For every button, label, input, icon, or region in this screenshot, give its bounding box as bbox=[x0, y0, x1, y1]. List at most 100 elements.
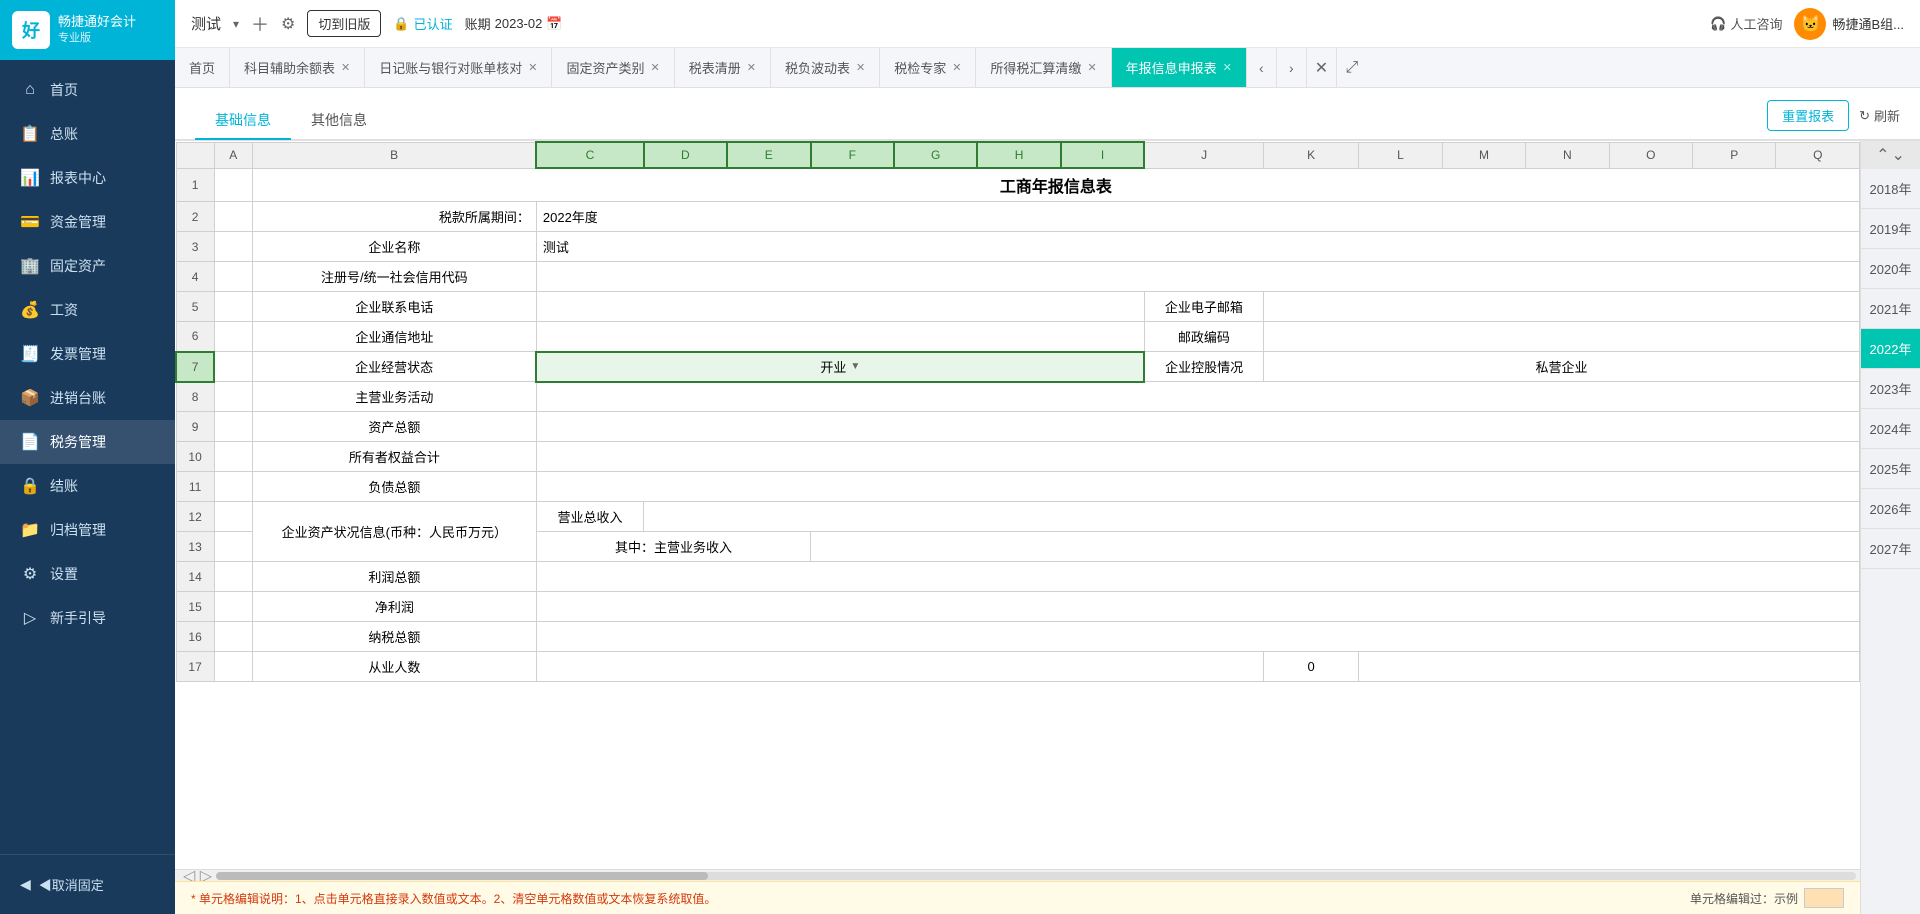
sidebar-item-assets[interactable]: 🏢固定资产 bbox=[0, 244, 175, 288]
cell-3-c[interactable]: 测试 bbox=[536, 232, 1859, 262]
cell-8-c[interactable] bbox=[536, 382, 1859, 412]
hscroll-track[interactable] bbox=[216, 872, 1856, 880]
year-item-2020[interactable]: 2020年 bbox=[1861, 249, 1920, 289]
tab-home[interactable]: 首页 bbox=[175, 48, 230, 87]
topbar-settings-icon[interactable]: ⚙ bbox=[281, 14, 295, 34]
subtab-other[interactable]: 其他信息 bbox=[291, 102, 387, 140]
sidebar-item-guide[interactable]: ▷新手引导 bbox=[0, 596, 175, 640]
year-item-2023[interactable]: 2023年 bbox=[1861, 369, 1920, 409]
tab-taxreturn-label: 税表清册 bbox=[689, 58, 741, 77]
horizontal-scrollbar[interactable]: ◁ ▷ bbox=[175, 869, 1860, 881]
tab-taxwave[interactable]: 税负波动表 ✕ bbox=[771, 48, 880, 87]
subtab-basic[interactable]: 基础信息 bbox=[195, 102, 291, 140]
cell-11-c[interactable] bbox=[536, 472, 1859, 502]
cell-5-c[interactable] bbox=[536, 292, 1144, 322]
tab-auxiliary-close[interactable]: ✕ bbox=[341, 61, 350, 74]
cell-6-c[interactable] bbox=[536, 322, 1144, 352]
year-item-2026[interactable]: 2026年 bbox=[1861, 489, 1920, 529]
tab-journal-close[interactable]: ✕ bbox=[528, 61, 537, 74]
sidebar-item-settings[interactable]: ⚙设置 bbox=[0, 552, 175, 596]
tab-annual[interactable]: 年报信息申报表 ✕ bbox=[1112, 48, 1247, 87]
tab-annual-close[interactable]: ✕ bbox=[1223, 61, 1232, 74]
cell-7-c[interactable]: 开业 ▼ bbox=[536, 352, 1144, 382]
tab-taxcheck[interactable]: 税检专家 ✕ bbox=[880, 48, 976, 87]
cell-15-a bbox=[214, 592, 252, 622]
cell-10-c[interactable] bbox=[536, 442, 1859, 472]
sidebar-item-settle[interactable]: 🔒结账 bbox=[0, 464, 175, 508]
sidebar-item-home[interactable]: ⌂首页 bbox=[0, 68, 175, 112]
refresh-label: 刷新 bbox=[1874, 106, 1900, 125]
cell-13-a bbox=[214, 532, 252, 562]
cell-15-c[interactable] bbox=[536, 592, 1859, 622]
year-item-2025[interactable]: 2025年 bbox=[1861, 449, 1920, 489]
year-item-2024[interactable]: 2024年 bbox=[1861, 409, 1920, 449]
switch-old-version-button[interactable]: 切到旧版 bbox=[307, 10, 381, 37]
tab-journal[interactable]: 日记账与银行对账单核对 ✕ bbox=[365, 48, 552, 87]
tab-close-all-button[interactable]: ✕ bbox=[1307, 48, 1337, 87]
sidebar-item-invoices[interactable]: 🧾发票管理 bbox=[0, 332, 175, 376]
tab-nav-prev[interactable]: ‹ bbox=[1247, 48, 1277, 87]
year-item-2021[interactable]: 2021年 bbox=[1861, 289, 1920, 329]
dropdown-arrow-icon[interactable]: ▼ bbox=[850, 361, 860, 372]
cell-11-a bbox=[214, 472, 252, 502]
tax-icon: 📄 bbox=[20, 432, 40, 452]
topbar-dropdown-icon[interactable]: ▾ bbox=[233, 17, 239, 31]
tab-nav-next[interactable]: › bbox=[1277, 48, 1307, 87]
tab-expand-button[interactable]: ⤢ bbox=[1337, 48, 1367, 87]
cell-17-c[interactable] bbox=[536, 652, 1263, 682]
year-item-2018[interactable]: 2018年 bbox=[1861, 169, 1920, 209]
cell-13-f[interactable] bbox=[811, 532, 1860, 562]
tab-taxwave-close[interactable]: ✕ bbox=[856, 61, 865, 74]
cell-17-l[interactable]: 0 bbox=[1263, 652, 1358, 682]
calendar-icon[interactable]: 📅 bbox=[546, 16, 562, 32]
topbar-add-button[interactable]: ＋ bbox=[251, 11, 269, 37]
spreadsheet-area[interactable]: A B C D E F G H I J K L bbox=[175, 141, 1860, 869]
cell-8-b: 主营业务活动 bbox=[252, 382, 536, 412]
hscroll-thumb[interactable] bbox=[216, 872, 708, 880]
sidebar-item-ledger[interactable]: 📋总账 bbox=[0, 112, 175, 156]
tab-taxreturn-close[interactable]: ✕ bbox=[747, 61, 756, 74]
cell-17-m[interactable] bbox=[1359, 652, 1860, 682]
refresh-button[interactable]: ↻ 刷新 bbox=[1859, 106, 1900, 125]
sidebar-item-wages[interactable]: 💰工资 bbox=[0, 288, 175, 332]
table-row: 10 所有者权益合计 bbox=[176, 442, 1860, 472]
cell-12-d[interactable] bbox=[644, 502, 1860, 532]
tab-taxcheck-close[interactable]: ✕ bbox=[952, 61, 961, 74]
sidebar-item-inventory[interactable]: 📦进销台账 bbox=[0, 376, 175, 420]
cell-6-j: 邮政编码 bbox=[1144, 322, 1263, 352]
year-item-2027[interactable]: 2027年 bbox=[1861, 529, 1920, 569]
tab-taxreturn[interactable]: 税表清册 ✕ bbox=[675, 48, 771, 87]
tab-fixedasset[interactable]: 固定资产类别 ✕ bbox=[552, 48, 674, 87]
year-item-2019[interactable]: 2019年 bbox=[1861, 209, 1920, 249]
sidebar-item-archive[interactable]: 📁归档管理 bbox=[0, 508, 175, 552]
cell-7-k[interactable]: 私营企业 bbox=[1263, 352, 1859, 382]
consult-button[interactable]: 🎧 人工咨询 bbox=[1710, 14, 1782, 33]
cell-9-a bbox=[214, 412, 252, 442]
year-nav-up-icon[interactable]: ⌃ bbox=[1876, 145, 1889, 165]
reset-report-button[interactable]: 重置报表 bbox=[1767, 100, 1849, 131]
user-menu[interactable]: 🐱 畅捷通B组... bbox=[1794, 8, 1904, 40]
cell-14-c[interactable] bbox=[536, 562, 1859, 592]
cell-16-c[interactable] bbox=[536, 622, 1859, 652]
col-header-k: K bbox=[1263, 142, 1358, 168]
cell-6-k[interactable] bbox=[1263, 322, 1859, 352]
tab-auxiliary[interactable]: 科目辅助余额表 ✕ bbox=[230, 48, 365, 87]
cell-4-c[interactable] bbox=[536, 262, 1859, 292]
sidebar-pin-button[interactable]: ◀ ◀取消固定 bbox=[0, 865, 175, 904]
sidebar-item-reports[interactable]: 📊报表中心 bbox=[0, 156, 175, 200]
year-nav-down-icon[interactable]: ⌄ bbox=[1892, 145, 1905, 165]
invoices-icon: 🧾 bbox=[20, 344, 40, 364]
year-item-2022[interactable]: 2022年 bbox=[1861, 329, 1920, 369]
column-header-row: A B C D E F G H I J K L bbox=[176, 142, 1860, 168]
sidebar-item-funds[interactable]: 💳资金管理 bbox=[0, 200, 175, 244]
tab-fixedasset-close[interactable]: ✕ bbox=[651, 61, 660, 74]
footer-note: * 单元格编辑说明：1、点击单元格直接录入数值或文本。2、清空单元格数值或文本恢… bbox=[191, 890, 716, 907]
cell-9-c[interactable] bbox=[536, 412, 1859, 442]
sidebar-item-tax[interactable]: 📄税务管理 bbox=[0, 420, 175, 464]
cell-5-k[interactable] bbox=[1263, 292, 1859, 322]
cell-2-c[interactable]: 2022年度 bbox=[536, 202, 1859, 232]
tab-incometax[interactable]: 所得税汇算清缴 ✕ bbox=[976, 48, 1111, 87]
tab-incometax-close[interactable]: ✕ bbox=[1087, 61, 1096, 74]
cell-10-b: 所有者权益合计 bbox=[252, 442, 536, 472]
settings-icon: ⚙ bbox=[20, 564, 40, 584]
